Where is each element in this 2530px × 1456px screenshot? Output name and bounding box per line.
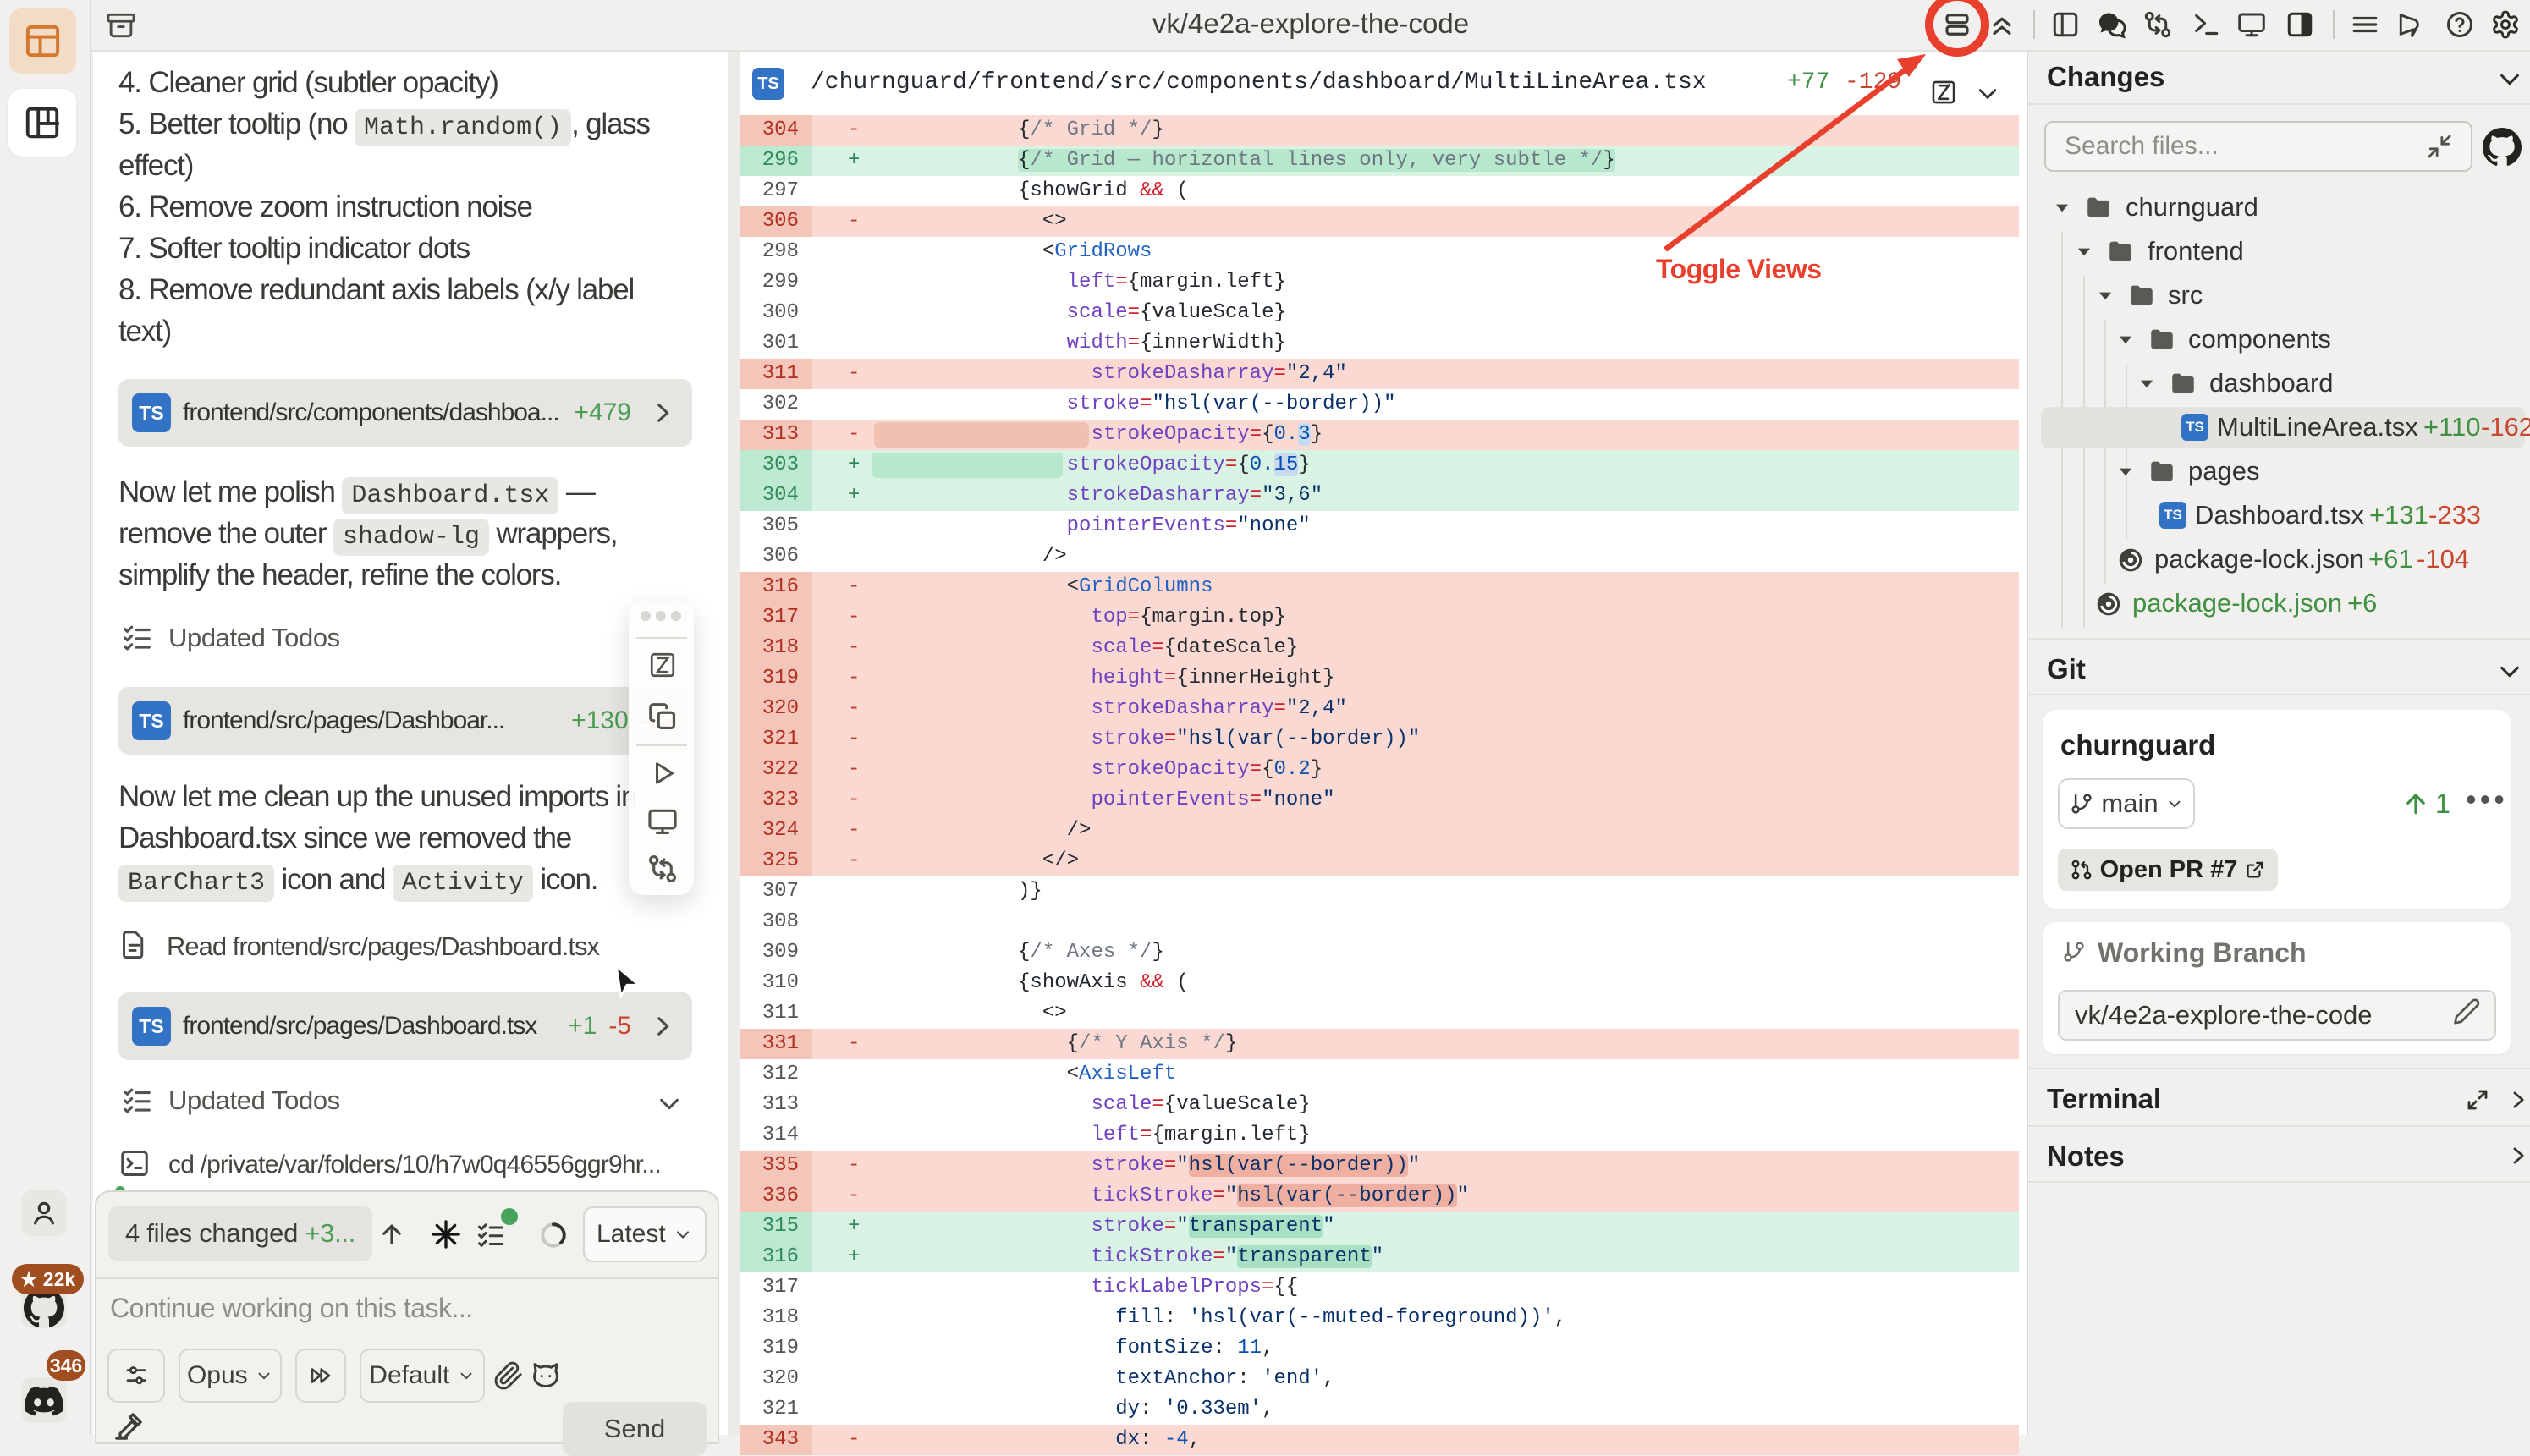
svg-text:Toggle Views: Toggle Views: [1656, 254, 1822, 284]
